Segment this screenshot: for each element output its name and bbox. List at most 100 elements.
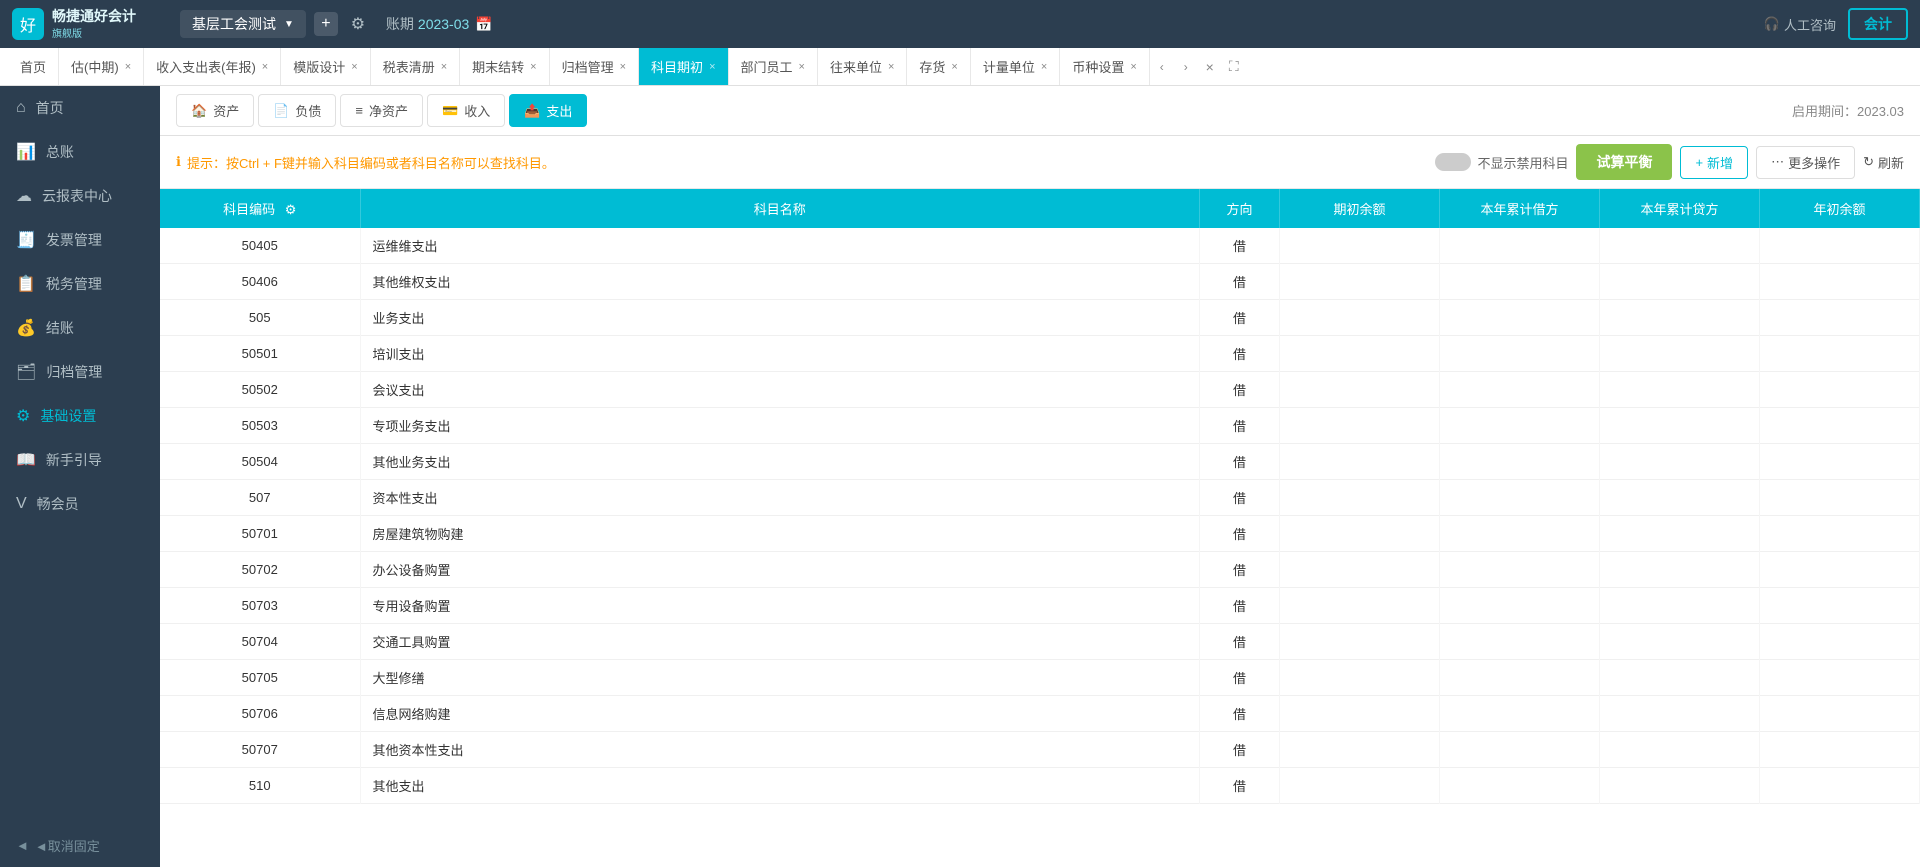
tab-subject-period[interactable]: 科目期初 × (639, 48, 728, 86)
sub-tab-net-asset-label: 净资产 (369, 101, 408, 120)
sidebar-item-basic-settings[interactable]: ⚙ 基础设置 (0, 394, 160, 438)
tab-currency-close[interactable]: × (1130, 61, 1136, 73)
tab-inventory-close[interactable]: × (951, 61, 957, 73)
col-settings-icon[interactable]: ⚙ (285, 202, 297, 218)
sub-tab-expense[interactable]: 📤 支出 (509, 94, 587, 127)
chevron-down-icon: ▼ (284, 19, 294, 30)
sub-tab-bar: 🏠 资产 📄 负债 ≡ 净资产 💳 收入 📤 支出 启用期间：2023.03 (160, 86, 1920, 136)
cell-credit (1600, 624, 1760, 660)
cell-name: 运维维支出 (360, 228, 1200, 264)
tab-archive-label: 归档管理 (562, 57, 614, 76)
cell-name: 其他资本性支出 (360, 732, 1200, 768)
period-info: 账期 2023-03 📅 (386, 14, 493, 34)
sidebar-item-invoice[interactable]: 🧾 发票管理 (0, 218, 160, 262)
table-row[interactable]: 50706 信息网络购建 借 (160, 696, 1920, 732)
tab-interim-close[interactable]: × (125, 61, 131, 73)
tab-counterparty[interactable]: 往来单位 × (818, 48, 907, 86)
settings-icon[interactable]: ⚙ (346, 12, 370, 36)
sidebar-item-ledger[interactable]: 📊 总账 (0, 130, 160, 174)
sidebar-item-cloud-report[interactable]: ☁ 云报表中心 (0, 174, 160, 218)
sidebar-item-member[interactable]: V 畅会员 (0, 482, 160, 526)
table-row[interactable]: 50406 其他维权支出 借 (160, 264, 1920, 300)
tab-currency[interactable]: 币种设置 × (1060, 48, 1149, 86)
tab-income-close[interactable]: × (262, 61, 268, 73)
more-action-button[interactable]: ⋯ 更多操作 (1756, 146, 1855, 179)
sub-tab-income[interactable]: 💳 收入 (427, 94, 505, 127)
table-row[interactable]: 50405 运维维支出 借 (160, 228, 1920, 264)
kuaiji-button[interactable]: 会计 (1848, 8, 1908, 40)
hint-box: ℹ 提示：按Ctrl + F键并输入科目编码或者科目名称可以查找科目。 (176, 153, 555, 172)
sidebar-collapse-button[interactable]: ◄ ◄取消固定 (0, 824, 160, 867)
sidebar-home-label: 首页 (36, 98, 64, 118)
table-wrapper: 科目编码 ⚙ 科目名称 方向 期初余额 本年累计借方 本年累计贷方 年初余额 5… (160, 189, 1920, 867)
cell-name: 房屋建筑物购建 (360, 516, 1200, 552)
tab-measure-unit[interactable]: 计量单位 × (971, 48, 1060, 86)
service-button[interactable]: 🎧 人工咨询 (1764, 15, 1836, 34)
tab-template-close[interactable]: × (351, 61, 357, 73)
sidebar-item-settlement[interactable]: 💰 结账 (0, 306, 160, 350)
sidebar-item-tax-mgmt[interactable]: 📋 税务管理 (0, 262, 160, 306)
sidebar-item-archive-mgmt[interactable]: 🗂 归档管理 (0, 350, 160, 394)
tab-measure-unit-close[interactable]: × (1041, 61, 1047, 73)
tab-subject-period-close[interactable]: × (709, 61, 715, 73)
tab-dept-staff-close[interactable]: × (799, 61, 805, 73)
tab-period-close-close[interactable]: × (530, 61, 536, 73)
tab-income[interactable]: 收入支出表(年报) × (144, 48, 281, 86)
sub-tab-net-asset[interactable]: ≡ 净资产 (340, 94, 423, 127)
add-button[interactable]: + 新增 (1680, 146, 1748, 179)
tab-bar: 首页 估(中期) × 收入支出表(年报) × 模版设计 × 税表清册 × 期末结… (0, 48, 1920, 86)
toggle-disabled-switch[interactable] (1435, 153, 1471, 171)
tab-template[interactable]: 模版设计 × (281, 48, 370, 86)
tab-counterparty-close[interactable]: × (888, 61, 894, 73)
table-row[interactable]: 50501 培训支出 借 (160, 336, 1920, 372)
settings-icon: ⚙ (16, 406, 30, 426)
period-badge-text: 启用期间：2023.03 (1792, 101, 1904, 120)
table-row[interactable]: 50705 大型修缮 借 (160, 660, 1920, 696)
cell-code: 50707 (160, 732, 360, 768)
table-row[interactable]: 50704 交通工具购置 借 (160, 624, 1920, 660)
cell-debit (1440, 300, 1600, 336)
sub-tab-asset[interactable]: 🏠 资产 (176, 94, 254, 127)
calc-balance-button[interactable]: 试算平衡 (1576, 144, 1672, 180)
cell-year (1760, 480, 1920, 516)
add-tab-button[interactable]: + (314, 12, 338, 36)
table-row[interactable]: 50702 办公设备购置 借 (160, 552, 1920, 588)
table-row[interactable]: 507 资本性支出 借 (160, 480, 1920, 516)
table-row[interactable]: 50503 专项业务支出 借 (160, 408, 1920, 444)
cell-credit (1600, 768, 1760, 804)
tab-prev-button[interactable]: ‹ (1150, 55, 1174, 79)
table-row[interactable]: 505 业务支出 借 (160, 300, 1920, 336)
calendar-icon[interactable]: 📅 (475, 16, 492, 33)
cell-code: 50706 (160, 696, 360, 732)
col-header-debit: 本年累计借方 (1440, 189, 1600, 228)
tab-period-close[interactable]: 期末结转 × (460, 48, 549, 86)
company-selector[interactable]: 基层工会测试 ▼ (180, 10, 306, 38)
tab-archive[interactable]: 归档管理 × (550, 48, 639, 86)
tab-next-button[interactable]: › (1174, 55, 1198, 79)
tab-tax-close[interactable]: × (441, 61, 447, 73)
table-row[interactable]: 510 其他支出 借 (160, 768, 1920, 804)
tab-dept-staff[interactable]: 部门员工 × (729, 48, 818, 86)
tab-archive-close[interactable]: × (620, 61, 626, 73)
tab-inventory[interactable]: 存货 × (907, 48, 970, 86)
tab-maximize-button[interactable]: ⛶ (1222, 55, 1246, 79)
sub-tab-liability[interactable]: 📄 负债 (258, 94, 336, 127)
cell-credit (1600, 300, 1760, 336)
tab-close-all-button[interactable]: × (1198, 55, 1222, 79)
sidebar-item-home[interactable]: ⌂ 首页 (0, 86, 160, 130)
refresh-label: 刷新 (1878, 153, 1904, 172)
cell-code: 50704 (160, 624, 360, 660)
cell-credit (1600, 444, 1760, 480)
table-row[interactable]: 50701 房屋建筑物购建 借 (160, 516, 1920, 552)
sidebar-item-guide[interactable]: 📖 新手引导 (0, 438, 160, 482)
table-row[interactable]: 50504 其他业务支出 借 (160, 444, 1920, 480)
table-row[interactable]: 50502 会议支出 借 (160, 372, 1920, 408)
tab-home[interactable]: 首页 (8, 48, 59, 86)
logo-icon: 好 (12, 8, 44, 40)
table-row[interactable]: 50707 其他资本性支出 借 (160, 732, 1920, 768)
refresh-button[interactable]: ↻ 刷新 (1863, 153, 1904, 172)
tab-interim[interactable]: 估(中期) × (59, 48, 144, 86)
table-row[interactable]: 50703 专用设备购置 借 (160, 588, 1920, 624)
tab-tax[interactable]: 税表清册 × (371, 48, 460, 86)
cell-dir: 借 (1200, 444, 1280, 480)
